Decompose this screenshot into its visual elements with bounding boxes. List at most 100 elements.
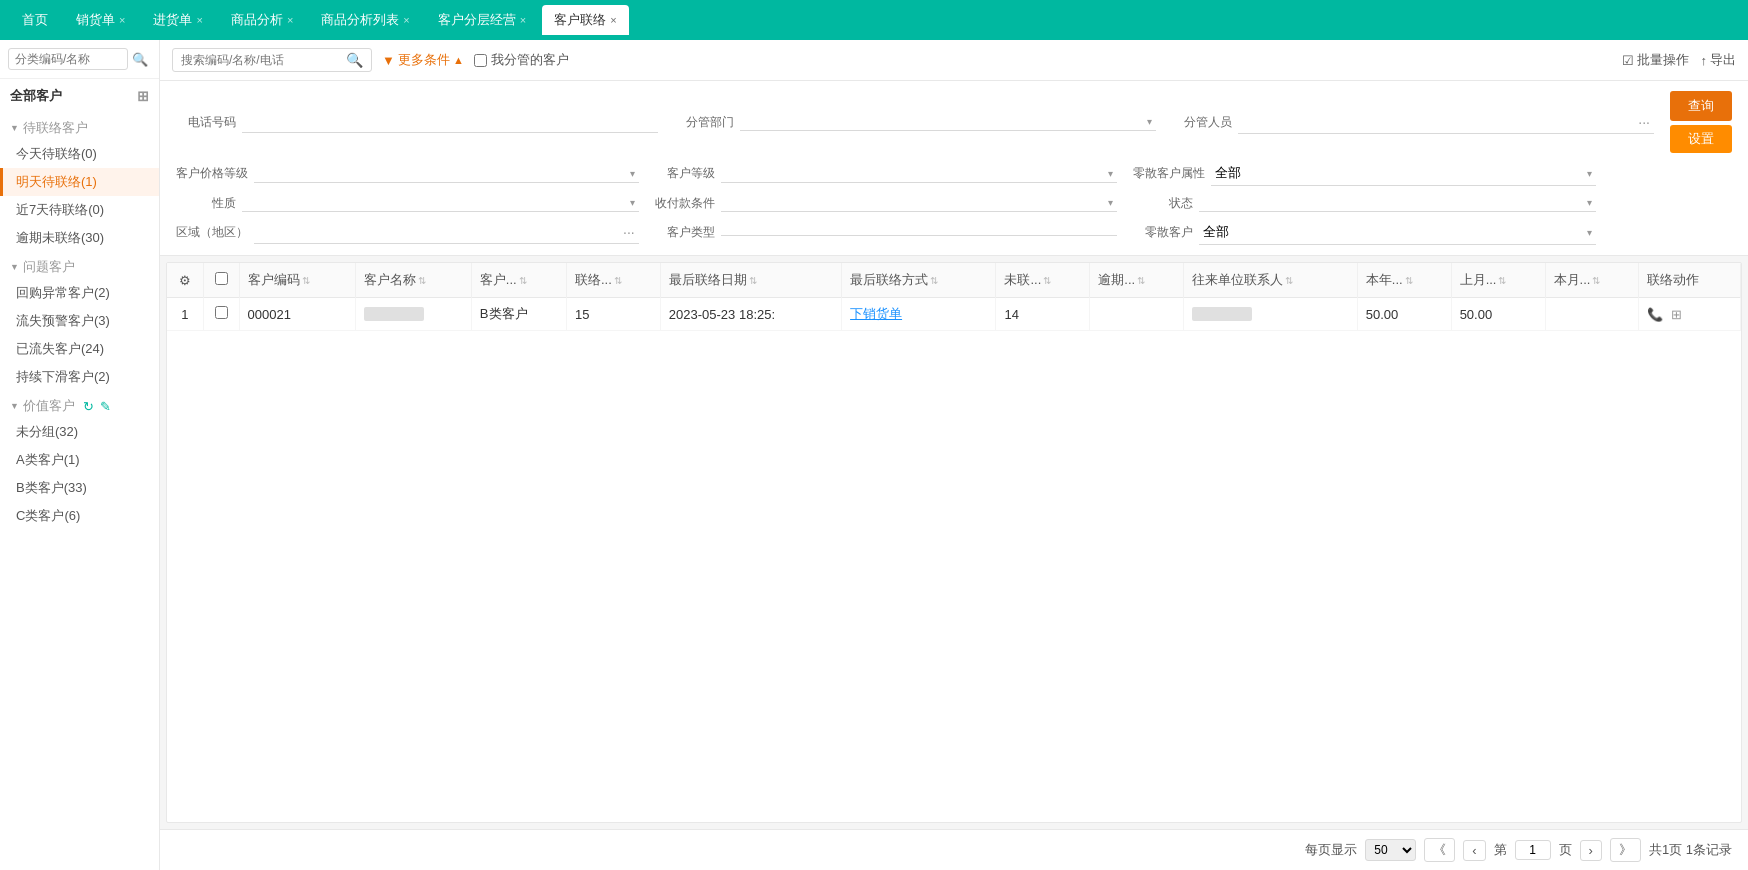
col-contact-person: 往来单位联系人 ⇅ [1184,263,1358,298]
nav-customer-contact[interactable]: 客户联络 × [542,5,628,35]
edit-icon[interactable]: ✎ [100,399,111,414]
nav-home[interactable]: 首页 [10,5,60,35]
last-contact-method-link[interactable]: 下销货单 [850,306,902,321]
filter-search-box[interactable]: 🔍 [172,48,372,72]
select-all-checkbox[interactable] [215,272,228,285]
phone-action-icon[interactable]: 📞 [1647,307,1663,322]
more-conditions-btn[interactable]: ▼ 更多条件 ▲ [382,51,464,69]
export-btn[interactable]: ↑ 导出 [1701,51,1737,69]
sidebar-item-c-class[interactable]: C类客户(6) [0,502,159,530]
filter-search-icon[interactable]: 🔍 [346,52,363,68]
sort-icon[interactable]: ⇅ [418,275,426,286]
query-button[interactable]: 查询 [1670,91,1732,121]
filter-row-2: 客户价格等级 ▾ 客户等级 ▾ 零散客户属性 全部 [176,161,1732,186]
sidebar-item-declining[interactable]: 持续下滑客户(2) [0,363,159,391]
gender-select[interactable]: ▾ [242,194,639,212]
status-select[interactable]: ▾ [1199,194,1596,212]
close-icon[interactable]: × [119,14,125,26]
chevron-down-icon: ▾ [1108,197,1113,208]
nav-purchase-order[interactable]: 进货单 × [141,5,214,35]
sort-icon[interactable]: ⇅ [302,275,310,286]
sort-icon[interactable]: ⇅ [1285,275,1293,286]
filter-search-input[interactable] [181,53,346,67]
filter-field-retail-customer: 零散客户 全部 ▾ [1133,220,1596,245]
sidebar-item-tomorrow-contact[interactable]: 明天待联络(1) [0,168,159,196]
sidebar-item-churn-warning[interactable]: 流失预警客户(3) [0,307,159,335]
next-page-btn[interactable]: › [1580,840,1602,861]
qr-action-icon[interactable]: ⊞ [1671,307,1682,322]
nav-sales-order[interactable]: 销货单 × [64,5,137,35]
dots-icon[interactable]: ··· [623,224,635,240]
nav-product-analysis-list[interactable]: 商品分析列表 × [309,5,421,35]
sidebar-all-customers[interactable]: 全部客户 ⊞ [0,79,159,113]
col-customer-type: 客户... ⇅ [471,263,566,298]
sidebar-item-overdue-contact[interactable]: 逾期未联络(30) [0,224,159,252]
sidebar-group-pending[interactable]: 待联络客户 [0,113,159,140]
adv-filter-panel: 电话号码 分管部门 ▾ 分管人员 ··· [160,81,1748,256]
sidebar-item-7days-contact[interactable]: 近7天待联络(0) [0,196,159,224]
my-customers-check[interactable] [474,54,487,67]
filter-row-3: 性质 ▾ 收付款条件 ▾ 状态 [176,194,1732,212]
settings-button[interactable]: 设置 [1670,125,1732,153]
sort-icon[interactable]: ⇅ [1405,275,1413,286]
page-number-input[interactable] [1515,840,1551,860]
this-month-cell [1545,298,1639,331]
sidebar-search-input[interactable] [8,48,128,70]
last-page-btn[interactable]: 》 [1610,838,1641,862]
sort-icon[interactable]: ⇅ [1137,275,1145,286]
first-page-btn[interactable]: 《 [1424,838,1455,862]
sort-icon[interactable]: ⇅ [614,275,622,286]
my-customers-checkbox[interactable]: 我分管的客户 [474,51,569,69]
payment-select[interactable]: ▾ [721,194,1118,212]
refresh-icon[interactable]: ↻ [83,399,94,414]
action-buttons: 查询 设置 [1670,91,1732,153]
row-checkbox[interactable] [203,298,239,331]
price-level-select[interactable]: ▾ [254,165,639,183]
manager-select[interactable]: ··· [1238,111,1654,134]
customer-type-select[interactable] [721,229,1118,236]
sidebar: 🔍 全部客户 ⊞ 待联络客户 今天待联络(0) 明天待联络(1) 近7天待联络(… [0,40,160,870]
sort-icon[interactable]: ⇅ [930,275,938,286]
sidebar-item-today-contact[interactable]: 今天待联络(0) [0,140,159,168]
sidebar-item-churned[interactable]: 已流失客户(24) [0,335,159,363]
sidebar-item-repurchase-abnormal[interactable]: 回购异常客户(2) [0,279,159,307]
col-customer-name: 客户名称 ⇅ [355,263,471,298]
sidebar-search-icon[interactable]: 🔍 [132,52,148,67]
retail-customer-select[interactable]: 全部 ▾ [1199,220,1596,245]
sidebar-group-value[interactable]: 价值客户 ↻ ✎ [0,391,159,418]
filter-field-dept: 分管部门 ▾ [674,113,1156,131]
dept-select[interactable]: ▾ [740,113,1156,131]
phone-input[interactable] [242,112,658,133]
close-icon[interactable]: × [520,14,526,26]
table-area: ⚙ 客户编码 ⇅ 客户名称 ⇅ [166,262,1742,823]
close-icon[interactable]: × [610,14,616,26]
prev-page-btn[interactable]: ‹ [1463,840,1485,861]
region-select[interactable]: ··· [254,221,639,244]
sort-icon[interactable]: ⇅ [1592,275,1600,286]
page-size-select[interactable]: 50 100 200 [1365,839,1416,861]
sidebar-item-a-class[interactable]: A类客户(1) [0,446,159,474]
filter-row-4: 区域（地区） ··· 客户类型 零散客户 全部 [176,220,1732,245]
sort-icon[interactable]: ⇅ [749,275,757,286]
action-icons: 📞 ⊞ [1647,307,1732,322]
bulk-action-btn[interactable]: ☑ 批量操作 [1622,51,1689,69]
col-checkbox[interactable] [203,263,239,298]
nav-customer-tiering[interactable]: 客户分层经营 × [426,5,538,35]
col-not-contacted: 未联... ⇅ [996,263,1090,298]
dots-icon[interactable]: ··· [1638,114,1650,130]
close-icon[interactable]: × [196,14,202,26]
nav-product-analysis[interactable]: 商品分析 × [219,5,305,35]
close-icon[interactable]: × [403,14,409,26]
sidebar-group-problem[interactable]: 问题客户 [0,252,159,279]
close-icon[interactable]: × [287,14,293,26]
sidebar-item-ungrouped[interactable]: 未分组(32) [0,418,159,446]
retail-attr-select[interactable]: 全部 ▾ [1211,161,1596,186]
level-select[interactable]: ▾ [721,165,1118,183]
sort-icon[interactable]: ⇅ [519,275,527,286]
sidebar-item-b-class[interactable]: B类客户(33) [0,474,159,502]
col-settings[interactable]: ⚙ [167,263,203,298]
sort-icon[interactable]: ⇅ [1498,275,1506,286]
col-customer-code: 客户编码 ⇅ [239,263,355,298]
sort-icon[interactable]: ⇅ [1043,275,1051,286]
filter-field-region: 区域（地区） ··· [176,221,639,244]
